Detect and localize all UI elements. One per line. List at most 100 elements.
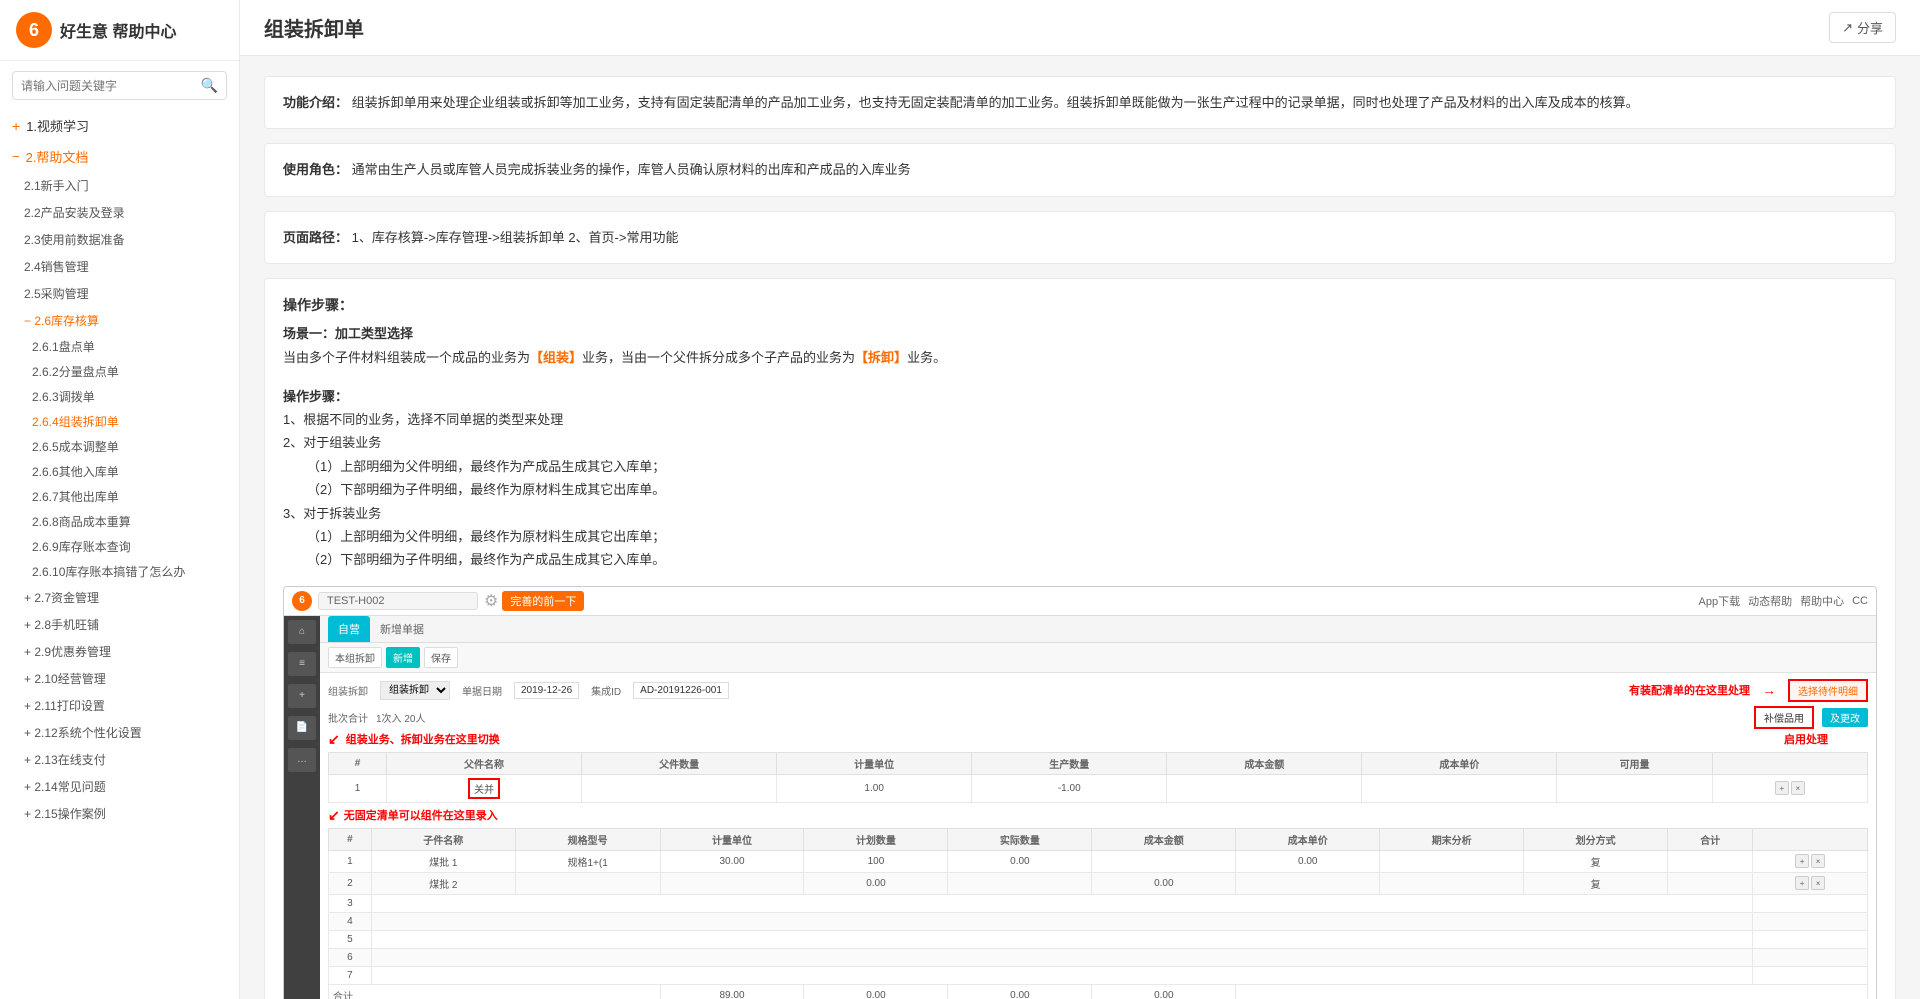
share-button[interactable]: ↗ 分享 [1829,12,1896,43]
sidebar-item-videos-label: 1.视频学习 [26,116,89,135]
ss-arrow-right: → [1762,682,1776,698]
ss-complete-btn[interactable]: 完善的前一下 [502,591,584,611]
intro-label: 功能介绍： [283,95,348,110]
sidebar-item-docs-28[interactable]: + 2.8手机旺铺 [0,611,239,638]
ss-lcol-unit: 计量单位 [660,828,804,850]
sidebar-item-docs-266[interactable]: 2.6.6其他入库单 [0,459,239,484]
ss-type-select[interactable]: 组装拆卸 [380,681,450,700]
ss-btn-new[interactable]: 新增 [386,647,420,668]
sidebar-item-docs-213[interactable]: + 2.13在线支付 [0,746,239,773]
ss-count-label: 批次合计 [328,710,368,725]
sidebar-item-docs-211[interactable]: + 2.11打印设置 [0,692,239,719]
path-label: 页面路径： [283,230,348,245]
ss-arrow-down-left: ↙ [328,731,340,748]
ss-red-box-input[interactable]: 补偿品用 [1754,706,1814,729]
scene-title: 场景一：加工类型选择 [283,323,1877,342]
sidebar-item-docs-210[interactable]: + 2.10经营管理 [0,665,239,692]
sidebar-item-docs-262[interactable]: 2.6.2分量盘点单 [0,359,239,384]
scene-desc: 当由多个子件材料组装成一个成品的业务为【组装】业务，当由一个父件拆分成多个子产品… [283,346,1877,369]
ss-row-add-2[interactable]: + [1795,876,1809,890]
ss-btn-assembly[interactable]: 本组拆卸 [328,647,382,668]
ss-annotation-top-right: 选择待件明细 [1788,679,1868,702]
logo-icon: 6 [16,12,52,48]
ss-table-footer: 合计 89.00 0.00 0.00 0.00 [329,984,1868,999]
ss-row-del-1[interactable]: × [1811,854,1825,868]
role-text: 通常由生产人员或库管人员完成拆装业务的操作，库管人员确认原材料的出库和产成品的入… [352,162,911,177]
sidebar-item-docs-2610[interactable]: 2.6.10库存账本搞错了怎么办 [0,559,239,584]
sidebar-item-docs-267[interactable]: 2.6.7其他出库单 [0,484,239,509]
step-2-sub-1: （1）上部明细为父件明细，最终作为产成品生成其它入库单； [283,455,1877,478]
collapse-icon: − [24,314,31,328]
ss-nav-doc[interactable]: 📄 [288,716,316,740]
sidebar-item-docs-22[interactable]: 2.2产品安装及登录 [0,199,239,226]
sidebar-item-docs-24[interactable]: 2.4销售管理 [0,253,239,280]
share-icon: ↗ [1842,20,1853,36]
sidebar-item-docs-269[interactable]: 2.6.9库存账本查询 [0,534,239,559]
sidebar-item-docs-27[interactable]: + 2.7资金管理 [0,584,239,611]
ss-form-area: 组装拆卸 组装拆卸 单据日期 2019-12-26 集成ID AD-201912… [320,673,1876,999]
share-label: 分享 [1857,18,1883,37]
ss-lcol-plan-qty: 计划数量 [804,828,948,850]
ss-count-subtext: 1次入 20人 [376,710,425,725]
ss-row-add-1[interactable]: + [1795,854,1809,868]
ss-col-cost-amount: 成本金额 [1167,752,1362,774]
ss-lcol-cost-unit: 成本单价 [1236,828,1380,850]
sidebar-item-docs-261[interactable]: 2.6.1盘点单 [0,334,239,359]
collapse-icon: − [12,149,20,164]
step-2-sub-2: （2）下部明细为子件明细，最终作为原材料生成其它出库单。 [283,478,1877,501]
search-input[interactable] [21,79,201,93]
ss-nav-home[interactable]: ⌂ [288,620,316,644]
expand-icon: + [24,807,31,821]
table-row: 1 煤批 1 规格1+(1 30.00 100 0.00 0.00 [329,850,1868,872]
sidebar-item-docs-26[interactable]: − 2.6库存核算 [0,307,239,334]
sidebar-item-docs-215[interactable]: + 2.15操作案例 [0,800,239,827]
ss-nav-list[interactable]: ≡ [288,652,316,676]
ss-dynamic-help: 动态帮助 [1748,593,1792,609]
ss-col-action [1712,752,1867,774]
ss-date-value: 2019-12-26 [514,682,579,699]
ss-row-del[interactable]: × [1791,781,1805,795]
ss-col-avail: 可用量 [1557,752,1712,774]
ss-row-del-2[interactable]: × [1811,876,1825,890]
ss-col-prod-qty: 生产数量 [972,752,1167,774]
table-row: 1 关并 1.00 -1.00 [329,774,1868,802]
nav-list: + 1.视频学习 − 2.帮助文档 2.1新手入门 2.2产品安装及登录 2.3… [0,110,239,999]
sidebar-item-docs-212[interactable]: + 2.12系统个性化设置 [0,719,239,746]
ss-upper-table: # 父件名称 父件数量 计量单位 生产数量 成本金额 成本单价 可用量 [328,752,1868,803]
ss-col-num: # [329,752,387,774]
ss-row-add[interactable]: + [1775,781,1789,795]
ss-annotation-mid: 组装业务、拆卸业务在这里切换 [346,731,500,747]
ss-annotation-mid-row: ↙ 组装业务、拆卸业务在这里切换 启用处理 [328,731,1868,748]
sidebar-item-docs-263[interactable]: 2.6.3调拨单 [0,384,239,409]
sidebar-item-docs[interactable]: − 2.帮助文档 [0,141,239,172]
ss-toolbar: 本组拆卸 新增 保存 [320,643,1876,673]
ss-settings-icon[interactable]: ⚙ [484,591,498,611]
sidebar-item-docs-label: 2.帮助文档 [26,147,89,166]
ss-id-value: AD-20191226-001 [633,682,729,699]
table-row: 3 [329,894,1868,912]
ss-nav-more[interactable]: … [288,748,316,772]
sidebar-item-docs-21[interactable]: 2.1新手入门 [0,172,239,199]
ss-app-link: App下载 [1699,593,1741,609]
ss-tab-ziyingye[interactable]: 自营 [328,616,370,642]
ss-url-bar: TEST-H002 [318,592,478,610]
sidebar-item-docs-265[interactable]: 2.6.5成本调整单 [0,434,239,459]
page-title: 组装拆卸单 [264,13,364,42]
ss-confirm-btn[interactable]: 及更改 [1822,708,1868,727]
search-box[interactable]: 🔍 [12,71,227,100]
sidebar-item-docs-25[interactable]: 2.5采购管理 [0,280,239,307]
ss-tab-new[interactable]: 新增单据 [370,616,434,642]
table-row: 7 [329,966,1868,984]
ss-col-parent-qty: 父件数量 [582,752,777,774]
ss-nav-add[interactable]: + [288,684,316,708]
search-icon[interactable]: 🔍 [201,77,218,94]
sidebar-item-docs-23[interactable]: 2.3使用前数据准备 [0,226,239,253]
ss-btn-save[interactable]: 保存 [424,647,458,668]
ss-topbar: 6 TEST-H002 ⚙ 完善的前一下 App下载 动态帮助 帮助中心 CC [284,587,1876,616]
sidebar-item-docs-268[interactable]: 2.6.8商品成本重算 [0,509,239,534]
expand-icon: + [12,118,20,134]
sidebar-item-docs-214[interactable]: + 2.14常见问题 [0,773,239,800]
sidebar-item-videos[interactable]: + 1.视频学习 [0,110,239,141]
sidebar-item-docs-29[interactable]: + 2.9优惠券管理 [0,638,239,665]
sidebar-item-docs-264[interactable]: 2.6.4组装拆卸单 [0,409,239,434]
